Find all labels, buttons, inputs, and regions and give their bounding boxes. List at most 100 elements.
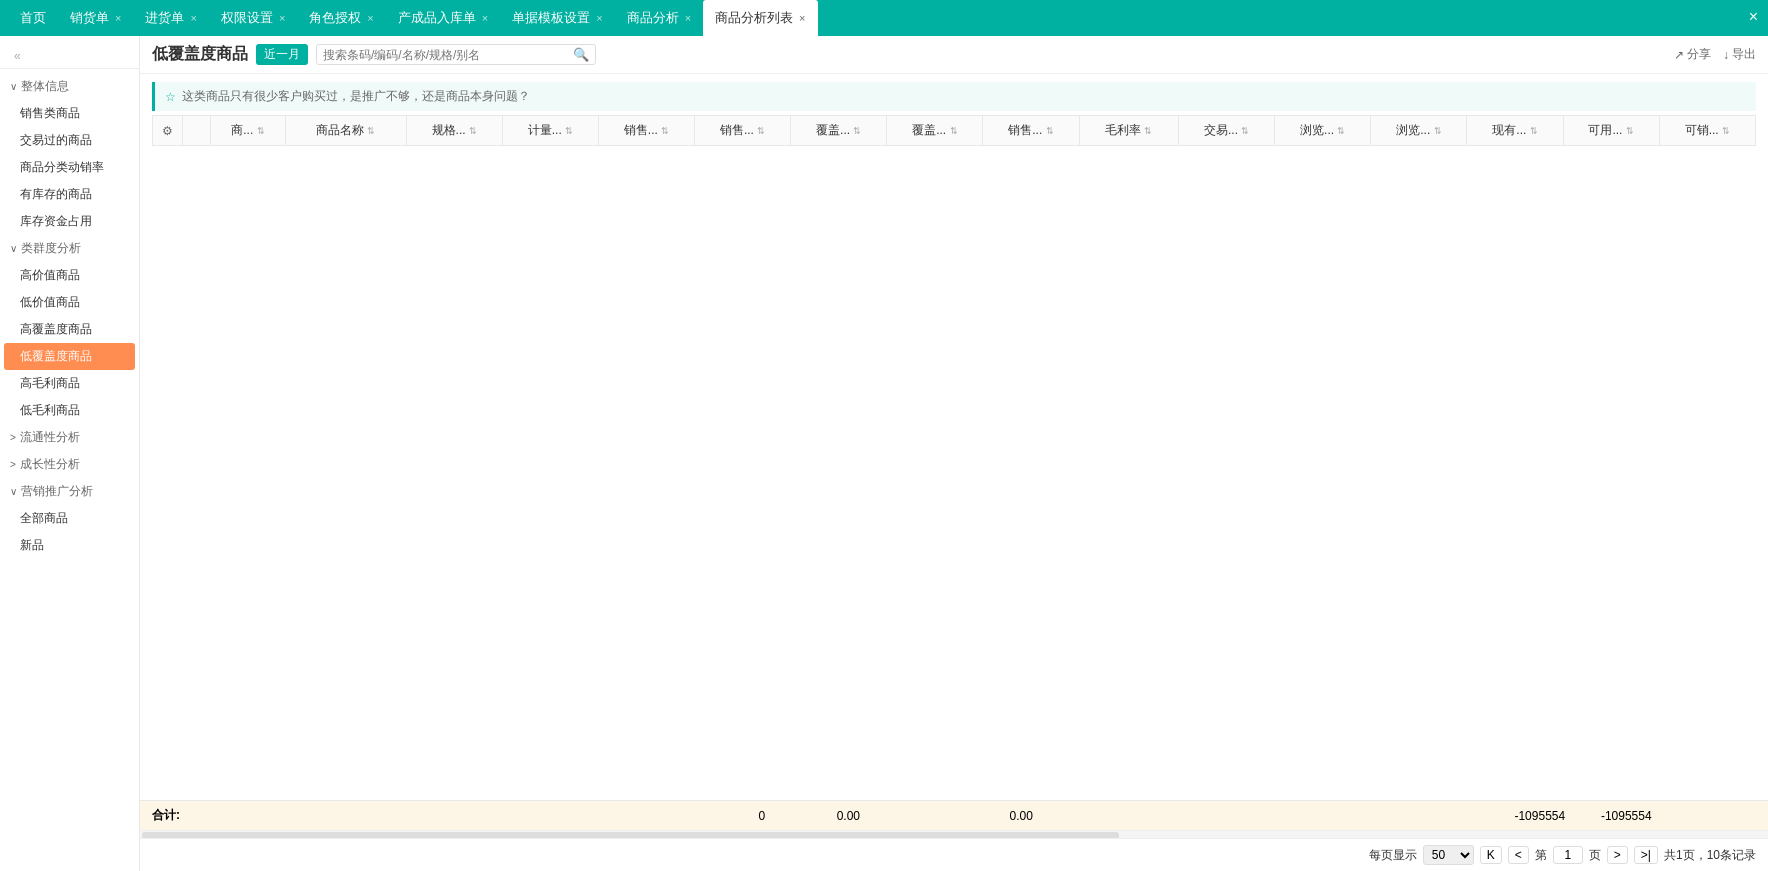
search-input[interactable] <box>323 48 573 62</box>
close-icon[interactable]: × <box>596 12 602 24</box>
total-cover2: 0.00 <box>978 809 1064 823</box>
sort-icon: ⇅ <box>757 126 765 136</box>
prev-page-button[interactable]: < <box>1508 846 1529 864</box>
sidebar-item-traded-goods[interactable]: 交易过的商品 <box>0 127 139 154</box>
page-input[interactable] <box>1553 846 1583 864</box>
header-actions: ↗ 分享 ↓ 导出 <box>1674 46 1756 63</box>
sidebar-section-cluster[interactable]: ∨ 类群度分析 <box>0 235 139 262</box>
code-col-header[interactable]: 商... ⇅ <box>211 116 286 146</box>
checkbox-col-header <box>183 116 211 146</box>
sidebar-item-all-goods[interactable]: 全部商品 <box>0 505 139 532</box>
sidebar-section-overview[interactable]: ∨ 整体信息 <box>0 73 139 100</box>
per-page-select[interactable]: 50 100 200 <box>1423 845 1474 865</box>
sidebar-item-inventory-capital[interactable]: 库存资金占用 <box>0 208 139 235</box>
close-all-tabs-button[interactable]: × <box>1749 8 1758 26</box>
unit-col-header[interactable]: 计量... ⇅ <box>502 116 598 146</box>
nav-product-analysis[interactable]: 商品分析 × <box>615 0 703 36</box>
data-table: ⚙ 商... ⇅ 商品名称 ⇅ 规格... ⇅ <box>152 115 1756 146</box>
nav-sales[interactable]: 销货单 × <box>58 0 133 36</box>
total-available: -1095554 <box>1583 809 1669 823</box>
info-banner-text: 这类商品只有很少客户购买过，是推广不够，还是商品本身问题？ <box>182 88 530 105</box>
nav-role-auth[interactable]: 角色授权 × <box>297 0 385 36</box>
total-current: -1095554 <box>1497 809 1583 823</box>
page-label: 第 <box>1535 847 1547 864</box>
total-cell <box>632 809 718 823</box>
settings-col-header[interactable]: ⚙ <box>153 116 183 146</box>
nav-product-analysis-list[interactable]: 商品分析列表 × <box>703 0 817 36</box>
table-totals: 合计: 0 0.00 0.00 -1095554 -1095554 <box>140 800 1768 830</box>
info-banner: ☆ 这类商品只有很少客户购买过，是推广不够，还是商品本身问题？ <box>152 82 1756 111</box>
export-icon: ↓ <box>1723 48 1729 62</box>
sidebar-item-category-rate[interactable]: 商品分类动销率 <box>0 154 139 181</box>
close-icon[interactable]: × <box>279 12 285 24</box>
sidebar-section-liquidity[interactable]: > 流通性分析 <box>0 424 139 451</box>
next-page-button[interactable]: > <box>1607 846 1628 864</box>
saleable-col-header[interactable]: 可销... ⇅ <box>1659 116 1755 146</box>
total-gross <box>1151 809 1237 823</box>
sidebar-item-high-margin[interactable]: 高毛利商品 <box>0 370 139 397</box>
share-icon: ↗ <box>1674 48 1684 62</box>
expand-icon: ∨ <box>10 486 17 497</box>
trade-col-header[interactable]: 交易... ⇅ <box>1179 116 1275 146</box>
page-title: 低覆盖度商品 <box>152 44 248 65</box>
cover2-col-header[interactable]: 覆盖... ⇅ <box>887 116 983 146</box>
sidebar-item-low-value[interactable]: 低价值商品 <box>0 289 139 316</box>
search-box: 🔍 <box>316 44 596 65</box>
sort-icon: ⇅ <box>1337 126 1345 136</box>
star-icon: ☆ <box>165 90 176 104</box>
gross-rate-col-header[interactable]: 毛利率 ⇅ <box>1079 116 1179 146</box>
close-icon[interactable]: × <box>482 12 488 24</box>
sidebar-item-high-coverage[interactable]: 高覆盖度商品 <box>0 316 139 343</box>
sidebar-section-growth[interactable]: > 成长性分析 <box>0 451 139 478</box>
sale2-col-header[interactable]: 销售... ⇅ <box>695 116 791 146</box>
settings-icon[interactable]: ⚙ <box>162 124 173 138</box>
sale1-col-header[interactable]: 销售... ⇅ <box>598 116 694 146</box>
cover1-col-header[interactable]: 覆盖... ⇅ <box>791 116 887 146</box>
sidebar-section-marketing[interactable]: ∨ 营销推广分析 <box>0 478 139 505</box>
close-icon[interactable]: × <box>115 12 121 24</box>
sidebar-item-sales-goods[interactable]: 销售类商品 <box>0 100 139 127</box>
time-filter-button[interactable]: 近一月 <box>256 44 308 65</box>
total-cover1 <box>892 809 978 823</box>
sidebar-collapse-button[interactable]: « <box>8 49 27 63</box>
total-sale1: 0 <box>719 809 805 823</box>
pagination-bar: 每页显示 50 100 200 K < 第 页 > >| 共1页，10条记录 <box>140 838 1768 871</box>
nav-finished-goods[interactable]: 产成品入库单 × <box>386 0 500 36</box>
sort-icon: ⇅ <box>367 126 375 136</box>
total-cell <box>373 809 632 823</box>
first-page-button[interactable]: K <box>1480 846 1502 864</box>
sidebar-item-high-value[interactable]: 高价值商品 <box>0 262 139 289</box>
total-cell <box>200 809 373 823</box>
sidebar-item-stocked-goods[interactable]: 有库存的商品 <box>0 181 139 208</box>
main-container: « ∨ 整体信息 销售类商品 交易过的商品 商品分类动销率 有库存的商品 库存资… <box>0 36 1768 871</box>
nav-home[interactable]: 首页 <box>8 0 58 36</box>
name-col-header[interactable]: 商品名称 ⇅ <box>285 116 406 146</box>
export-button[interactable]: ↓ 导出 <box>1723 46 1756 63</box>
close-icon[interactable]: × <box>367 12 373 24</box>
close-icon[interactable]: × <box>190 12 196 24</box>
sale3-col-header[interactable]: 销售... ⇅ <box>983 116 1079 146</box>
per-page-label: 每页显示 <box>1369 847 1417 864</box>
expand-icon: ∨ <box>10 81 17 92</box>
sort-icon: ⇅ <box>1434 126 1442 136</box>
sort-icon: ⇅ <box>1626 126 1634 136</box>
nav-purchase[interactable]: 进货单 × <box>133 0 208 36</box>
sort-icon: ⇅ <box>661 126 669 136</box>
spec-col-header[interactable]: 规格... ⇅ <box>406 116 502 146</box>
browse1-col-header[interactable]: 浏览... ⇅ <box>1275 116 1371 146</box>
close-icon[interactable]: × <box>799 12 805 24</box>
sort-icon: ⇅ <box>853 126 861 136</box>
current-col-header[interactable]: 现有... ⇅ <box>1467 116 1563 146</box>
share-button[interactable]: ↗ 分享 <box>1674 46 1711 63</box>
sidebar-item-low-margin[interactable]: 低毛利商品 <box>0 397 139 424</box>
sidebar-item-low-coverage[interactable]: 低覆盖度商品 <box>4 343 135 370</box>
close-icon[interactable]: × <box>685 12 691 24</box>
last-page-button[interactable]: >| <box>1634 846 1658 864</box>
nav-template-settings[interactable]: 单据模板设置 × <box>500 0 614 36</box>
available-col-header[interactable]: 可用... ⇅ <box>1563 116 1659 146</box>
nav-permissions[interactable]: 权限设置 × <box>209 0 297 36</box>
sidebar: « ∨ 整体信息 销售类商品 交易过的商品 商品分类动销率 有库存的商品 库存资… <box>0 36 140 871</box>
sidebar-item-new-goods[interactable]: 新品 <box>0 532 139 559</box>
browse2-col-header[interactable]: 浏览... ⇅ <box>1371 116 1467 146</box>
sort-icon: ⇅ <box>1722 126 1730 136</box>
